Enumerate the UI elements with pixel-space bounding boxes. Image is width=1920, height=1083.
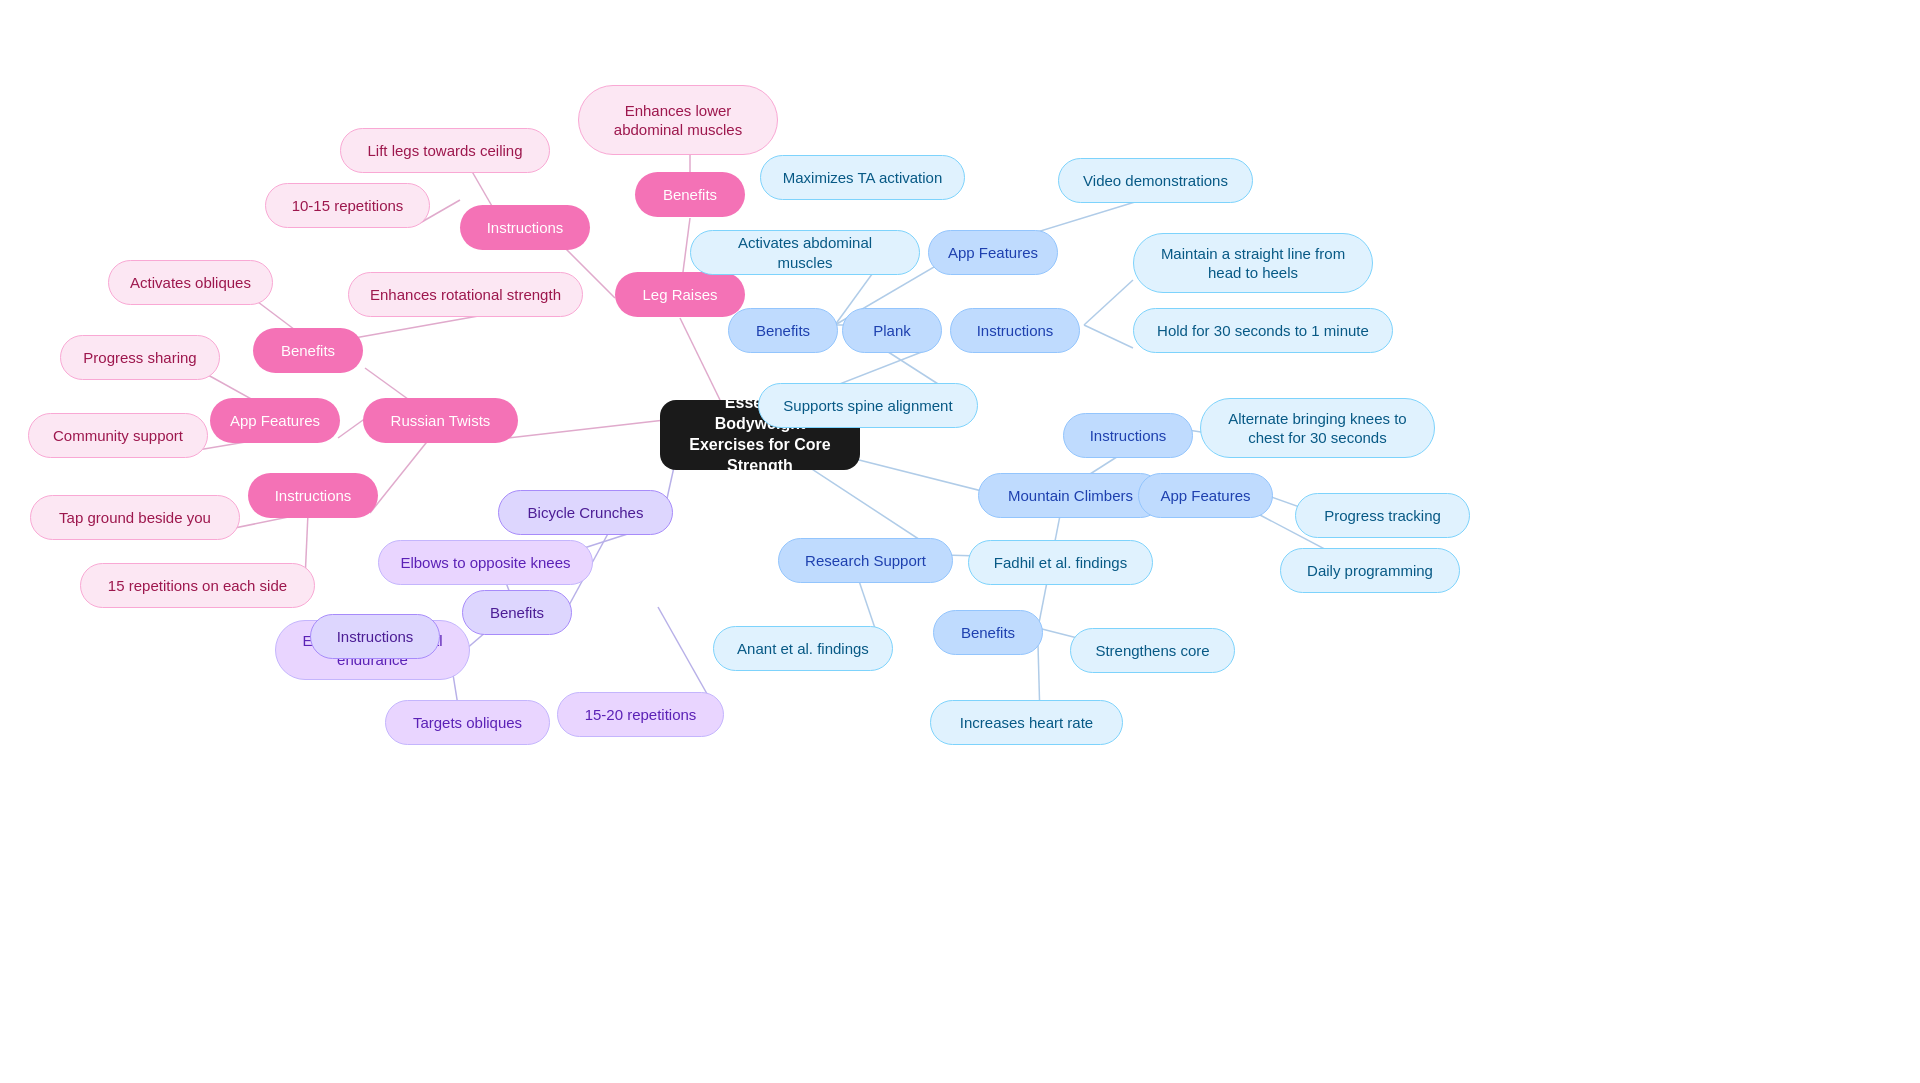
plank-video-node: Video demonstrations [1058, 158, 1253, 203]
mountain-strengthens-node: Strengthens core [1070, 628, 1235, 673]
bicycle-instructions-node[interactable]: Instructions [310, 614, 440, 659]
russian-progress-sharing-node: Progress sharing [60, 335, 220, 380]
svg-line-34 [1084, 325, 1133, 348]
mountain-progress-node: Progress tracking [1295, 493, 1470, 538]
mountain-climbers-node[interactable]: Mountain Climbers [978, 473, 1163, 518]
anant-findings-node: Anant et al. findings [713, 626, 893, 671]
russian-enhances-node: Enhances rotational strength [348, 272, 583, 317]
plank-activates-node: Activates abdominal muscles [690, 230, 920, 275]
bicycle-crunches-node[interactable]: Bicycle Crunches [498, 490, 673, 535]
mountain-app-features-node[interactable]: App Features [1138, 473, 1273, 518]
plank-app-features-node[interactable]: App Features [928, 230, 1058, 275]
research-support-node[interactable]: Research Support [778, 538, 953, 583]
svg-line-1 [508, 420, 665, 438]
leg-raises-1015-node: 10-15 repetitions [265, 183, 430, 228]
leg-raises-instructions-node[interactable]: Instructions [460, 205, 590, 250]
mountain-alternate-node: Alternate bringing knees to chest for 30… [1200, 398, 1435, 458]
plank-benefits-node[interactable]: Benefits [728, 308, 838, 353]
russian-benefits-node[interactable]: Benefits [253, 328, 363, 373]
russian-community-node: Community support [28, 413, 208, 458]
mountain-benefits-node[interactable]: Benefits [933, 610, 1043, 655]
plank-supports-node: Supports spine alignment [758, 383, 978, 428]
bicycle-elbows-node: Elbows to opposite knees [378, 540, 593, 585]
russian-twists-node[interactable]: Russian Twists [363, 398, 518, 443]
russian-app-features-node[interactable]: App Features [210, 398, 340, 443]
leg-raises-lift-node: Lift legs towards ceiling [340, 128, 550, 173]
leg-raises-enhances-node: Enhances lower abdominal muscles [578, 85, 778, 155]
bicycle-benefits-node[interactable]: Benefits [462, 590, 572, 635]
russian-tap-node: Tap ground beside you [30, 495, 240, 540]
svg-line-33 [1084, 280, 1133, 325]
svg-line-17 [370, 438, 430, 513]
russian-instructions-node[interactable]: Instructions [248, 473, 378, 518]
svg-line-0 [680, 318, 720, 400]
mountain-daily-node: Daily programming [1280, 548, 1460, 593]
russian-activates-node: Activates obliques [108, 260, 273, 305]
plank-hold-node: Hold for 30 seconds to 1 minute [1133, 308, 1393, 353]
plank-instructions-node[interactable]: Instructions [950, 308, 1080, 353]
plank-node[interactable]: Plank [842, 308, 942, 353]
mountain-increases-node: Increases heart rate [930, 700, 1123, 745]
bicycle-1520-node: 15-20 repetitions [557, 692, 724, 737]
mountain-instructions-node[interactable]: Instructions [1063, 413, 1193, 458]
fadhil-findings-node: Fadhil et al. findings [968, 540, 1153, 585]
bicycle-targets-node: Targets obliques [385, 700, 550, 745]
leg-raises-node[interactable]: Leg Raises [615, 272, 745, 317]
leg-raises-benefits-node[interactable]: Benefits [635, 172, 745, 217]
russian-15reps-node: 15 repetitions on each side [80, 563, 315, 608]
plank-straight-node: Maintain a straight line from head to he… [1133, 233, 1373, 293]
plank-maximizes-node: Maximizes TA activation [760, 155, 965, 200]
